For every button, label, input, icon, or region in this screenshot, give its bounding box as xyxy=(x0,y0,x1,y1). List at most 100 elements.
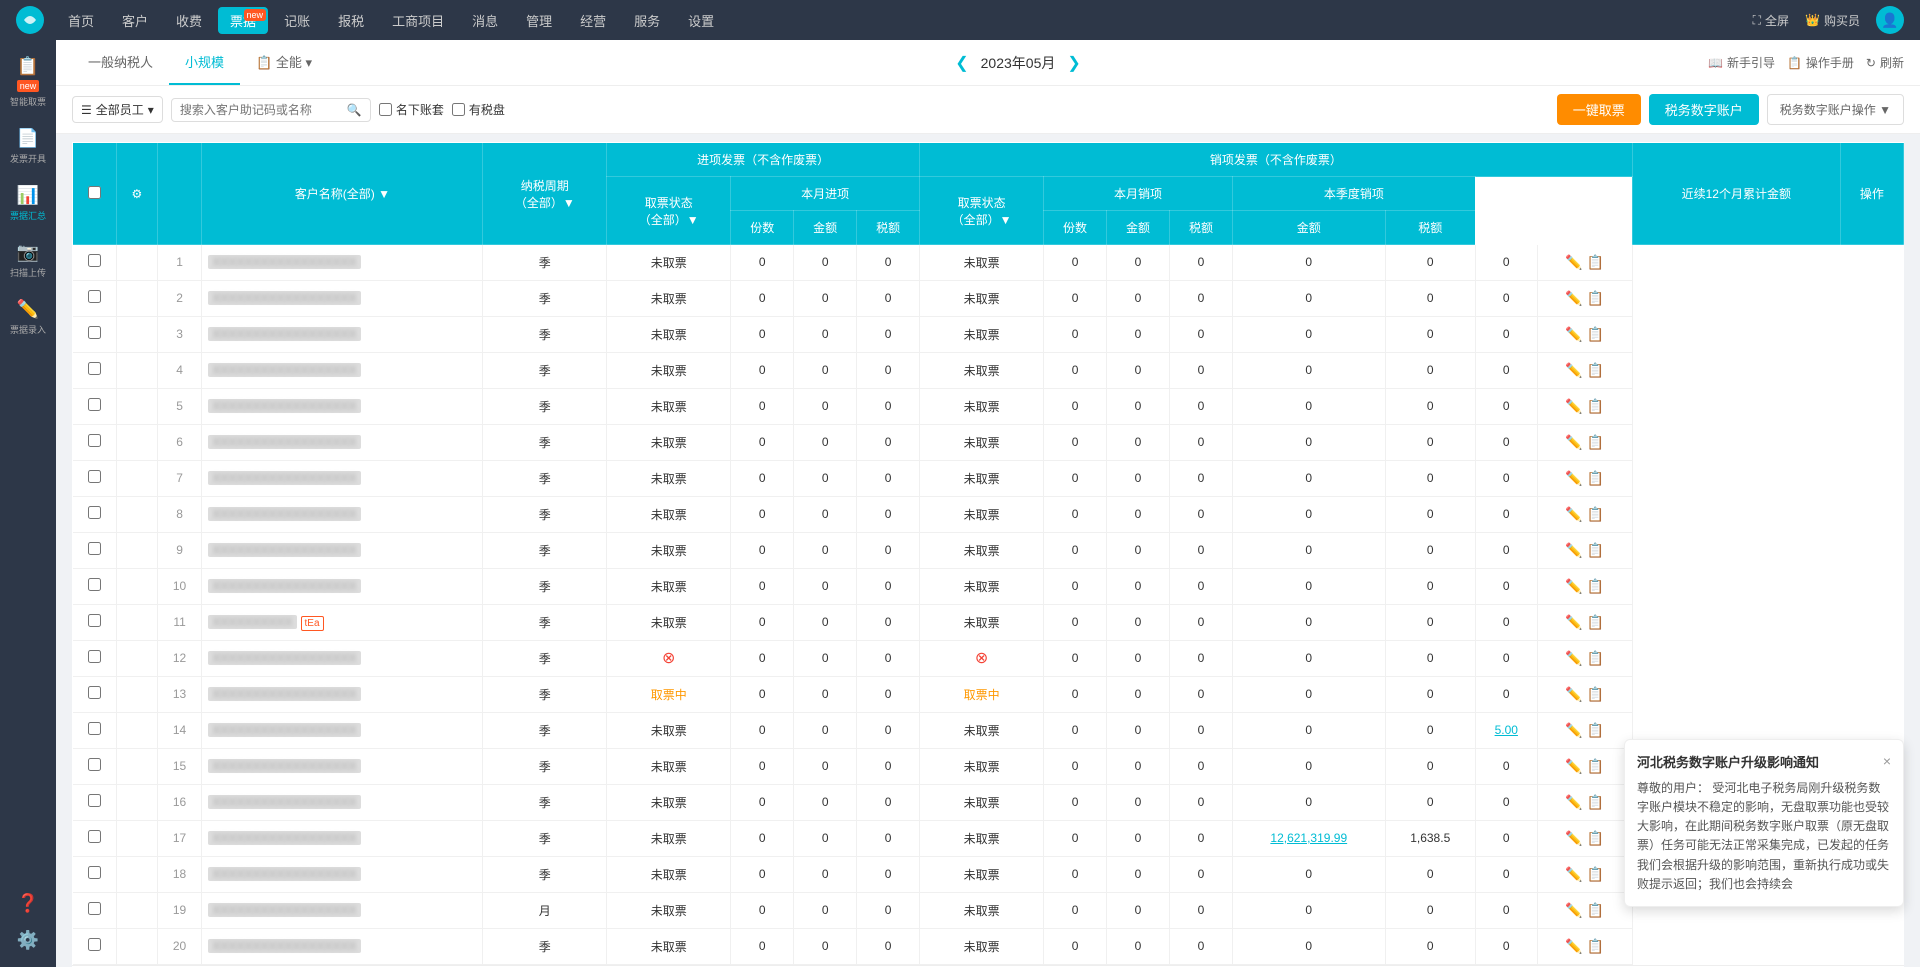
nav-item-customer[interactable]: 客户 xyxy=(110,7,160,34)
copy-btn[interactable]: 📋 xyxy=(1585,828,1606,849)
row-checkbox[interactable] xyxy=(88,758,101,771)
nav-item-msg[interactable]: 消息 xyxy=(460,7,510,34)
select-all-checkbox[interactable] xyxy=(88,186,101,199)
sidebar-item-scan-upload[interactable]: 📷 扫描上传 xyxy=(0,234,56,287)
edit-btn[interactable]: ✏️ xyxy=(1563,324,1584,345)
copy-btn[interactable]: 📋 xyxy=(1585,252,1606,273)
copy-btn[interactable]: 📋 xyxy=(1585,540,1606,561)
edit-btn[interactable]: ✏️ xyxy=(1563,396,1584,417)
row-checkbox[interactable] xyxy=(88,362,101,375)
tax-digital-btn[interactable]: 税务数字账户 xyxy=(1649,94,1759,125)
edit-btn[interactable]: ✏️ xyxy=(1563,792,1584,813)
under-account-input[interactable] xyxy=(379,103,392,116)
edit-btn[interactable]: ✏️ xyxy=(1563,468,1584,489)
notification-close-btn[interactable]: × xyxy=(1883,753,1891,769)
nav-item-invoice[interactable]: 收费 xyxy=(164,7,214,34)
row-checkbox[interactable] xyxy=(88,254,101,267)
edit-btn[interactable]: ✏️ xyxy=(1563,828,1584,849)
copy-btn[interactable]: 📋 xyxy=(1585,936,1606,957)
copy-btn[interactable]: 📋 xyxy=(1585,648,1606,669)
vip-btn[interactable]: 👑 购买员 xyxy=(1805,12,1860,29)
row-checkbox[interactable] xyxy=(88,434,101,447)
col-name-header[interactable]: 客户名称(全部) ▼ xyxy=(202,143,483,245)
edit-btn[interactable]: ✏️ xyxy=(1563,288,1584,309)
row-checkbox[interactable] xyxy=(88,686,101,699)
copy-btn[interactable]: 📋 xyxy=(1585,720,1606,741)
search-icon[interactable]: 🔍 xyxy=(347,103,362,117)
edit-btn[interactable]: ✏️ xyxy=(1563,576,1584,597)
edit-btn[interactable]: ✏️ xyxy=(1563,756,1584,777)
edit-btn[interactable]: ✏️ xyxy=(1563,504,1584,525)
edit-btn[interactable]: ✏️ xyxy=(1563,720,1584,741)
col-period-header[interactable]: 纳税周期（全部）▼ xyxy=(483,143,607,245)
edit-btn[interactable]: ✏️ xyxy=(1563,684,1584,705)
copy-btn[interactable]: 📋 xyxy=(1585,756,1606,777)
manual-btn[interactable]: 📋 操作手册 xyxy=(1787,54,1854,71)
row-checkbox[interactable] xyxy=(88,866,101,879)
logo-icon[interactable] xyxy=(16,6,44,34)
copy-btn[interactable]: 📋 xyxy=(1585,792,1606,813)
nav-item-tax[interactable]: 报税 xyxy=(326,7,376,34)
sidebar-item-help[interactable]: ❓ xyxy=(13,885,43,922)
row-checkbox[interactable] xyxy=(88,290,101,303)
row-checkbox[interactable] xyxy=(88,542,101,555)
edit-btn[interactable]: ✏️ xyxy=(1563,432,1584,453)
edit-btn[interactable]: ✏️ xyxy=(1563,864,1584,885)
has-taxdisk-checkbox[interactable]: 有税盘 xyxy=(452,101,505,118)
col-out-status-header[interactable]: 取票状态（全部）▼ xyxy=(920,177,1044,245)
row-checkbox[interactable] xyxy=(88,938,101,951)
nav-item-service[interactable]: 服务 xyxy=(622,7,672,34)
copy-btn[interactable]: 📋 xyxy=(1585,504,1606,525)
nav-item-biz[interactable]: 工商项目 xyxy=(380,7,456,34)
row-checkbox[interactable] xyxy=(88,578,101,591)
tab-all[interactable]: 📋 全能 ▾ xyxy=(240,40,328,85)
copy-btn[interactable]: 📋 xyxy=(1585,432,1606,453)
tax-digital-op-btn[interactable]: 税务数字账户操作 ▼ xyxy=(1767,94,1904,125)
sidebar-item-settings[interactable]: ⚙️ xyxy=(13,922,43,959)
tab-small[interactable]: 小规模 xyxy=(169,40,240,85)
under-account-checkbox[interactable]: 名下账套 xyxy=(379,101,444,118)
row-checkbox[interactable] xyxy=(88,902,101,915)
edit-btn[interactable]: ✏️ xyxy=(1563,360,1584,381)
sidebar-item-invoice-summary[interactable]: 📊 票据汇总 xyxy=(0,177,56,230)
tab-general[interactable]: 一般纳税人 xyxy=(72,40,169,85)
copy-btn[interactable]: 📋 xyxy=(1585,684,1606,705)
copy-btn[interactable]: 📋 xyxy=(1585,288,1606,309)
one-click-btn[interactable]: 一键取票 xyxy=(1557,94,1641,125)
period-next-btn[interactable]: ❯ xyxy=(1067,53,1080,73)
row-checkbox[interactable] xyxy=(88,830,101,843)
nav-item-home[interactable]: 首页 xyxy=(56,7,106,34)
copy-btn[interactable]: 📋 xyxy=(1585,360,1606,381)
search-input[interactable] xyxy=(180,103,343,117)
copy-btn[interactable]: 📋 xyxy=(1585,900,1606,921)
edit-btn[interactable]: ✏️ xyxy=(1563,540,1584,561)
period-prev-btn[interactable]: ❮ xyxy=(955,53,968,73)
nav-item-operate[interactable]: 经营 xyxy=(568,7,618,34)
employee-select[interactable]: ☰ 全部员工 ▾ xyxy=(72,96,163,123)
sidebar-item-issue-invoice[interactable]: 📄 发票开具 xyxy=(0,120,56,173)
edit-btn[interactable]: ✏️ xyxy=(1563,648,1584,669)
new-guide-btn[interactable]: 📖 新手引导 xyxy=(1708,54,1775,71)
has-taxdisk-input[interactable] xyxy=(452,103,465,116)
copy-btn[interactable]: 📋 xyxy=(1585,468,1606,489)
edit-btn[interactable]: ✏️ xyxy=(1563,612,1584,633)
edit-btn[interactable]: ✏️ xyxy=(1563,252,1584,273)
row-checkbox[interactable] xyxy=(88,506,101,519)
nav-item-bookkeep[interactable]: 记账 xyxy=(272,7,322,34)
row-checkbox[interactable] xyxy=(88,470,101,483)
sidebar-item-smart-invoice[interactable]: 📋 new 智能取票 xyxy=(0,48,56,116)
refresh-btn[interactable]: ↻ 刷新 xyxy=(1866,54,1904,71)
copy-btn[interactable]: 📋 xyxy=(1585,864,1606,885)
nav-item-piao[interactable]: 票据new xyxy=(218,7,268,34)
copy-btn[interactable]: 📋 xyxy=(1585,396,1606,417)
edit-btn[interactable]: ✏️ xyxy=(1563,900,1584,921)
row-checkbox[interactable] xyxy=(88,794,101,807)
row-checkbox[interactable] xyxy=(88,326,101,339)
copy-btn[interactable]: 📋 xyxy=(1585,612,1606,633)
copy-btn[interactable]: 📋 xyxy=(1585,324,1606,345)
row-checkbox[interactable] xyxy=(88,650,101,663)
col-in-status-header[interactable]: 取票状态（全部）▼ xyxy=(607,177,731,245)
nav-item-manage[interactable]: 管理 xyxy=(514,7,564,34)
fullscreen-btn[interactable]: ⛶ 全屏 xyxy=(1753,12,1789,29)
row-checkbox[interactable] xyxy=(88,722,101,735)
